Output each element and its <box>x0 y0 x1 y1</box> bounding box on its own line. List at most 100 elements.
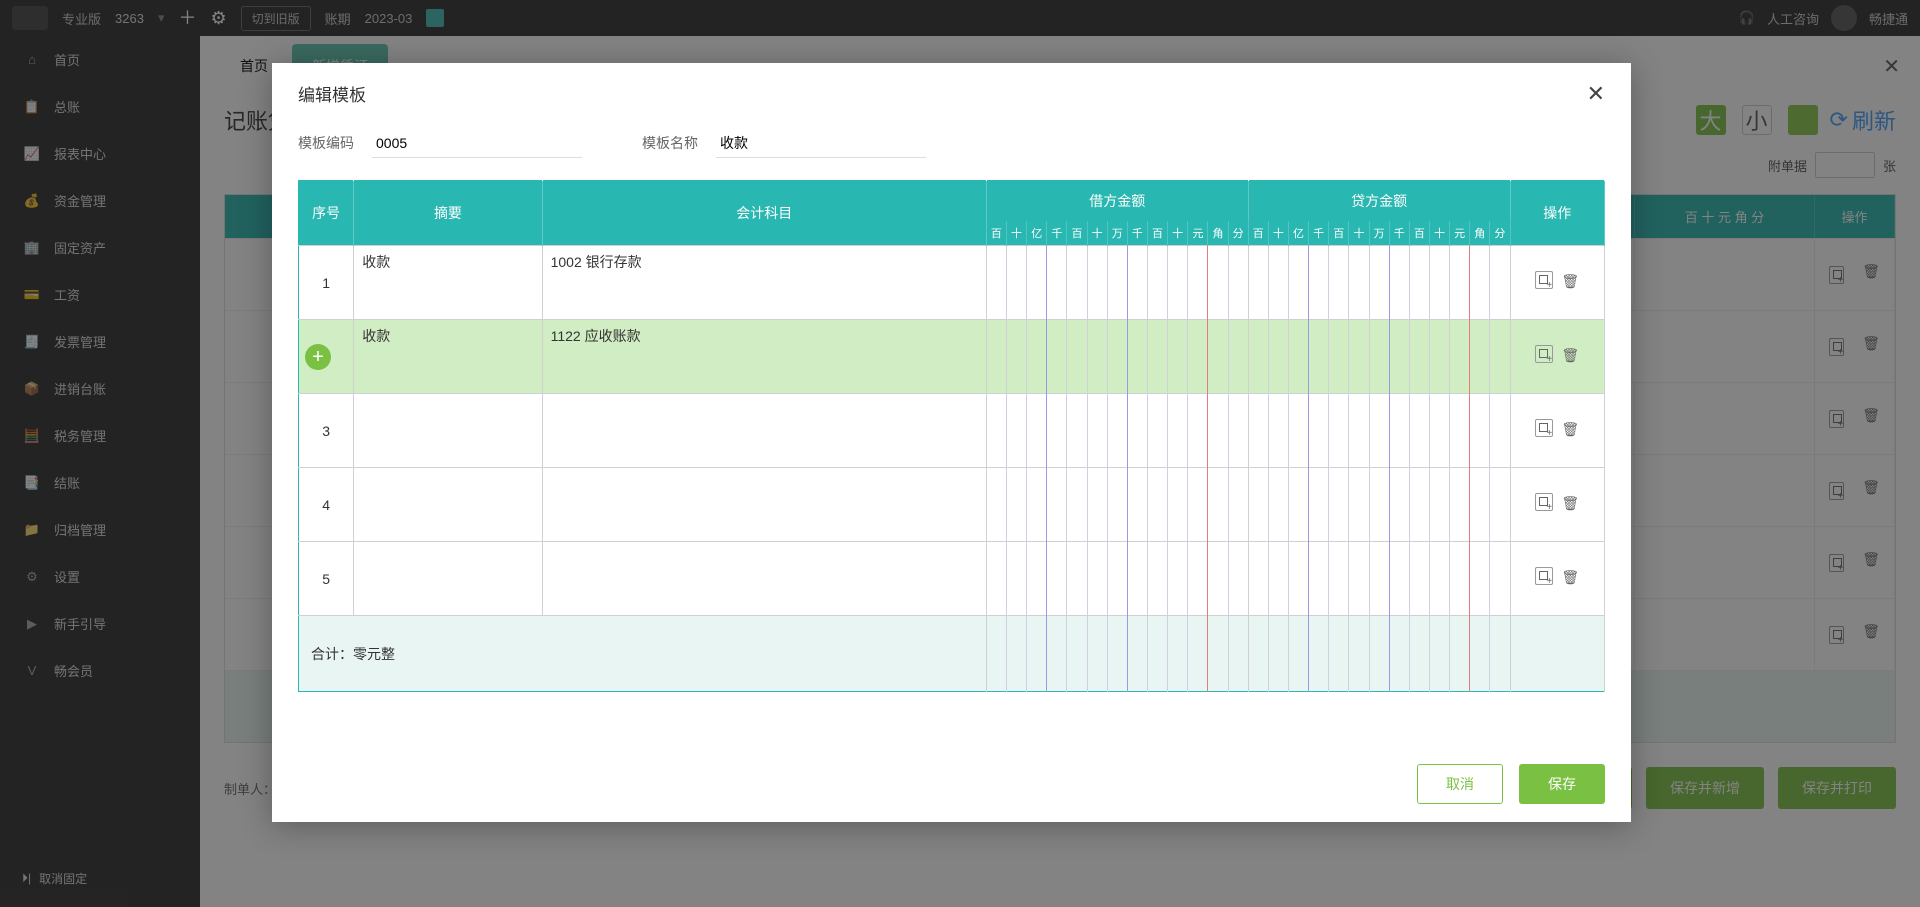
digit-cell[interactable] <box>1470 320 1490 394</box>
digit-cell[interactable] <box>1228 320 1248 394</box>
close-icon[interactable]: ✕ <box>1587 83 1605 105</box>
digit-cell[interactable] <box>1027 320 1047 394</box>
digit-cell[interactable] <box>1450 468 1470 542</box>
digit-cell[interactable] <box>1027 246 1047 320</box>
summary-cell[interactable] <box>354 394 542 468</box>
delete-icon[interactable] <box>1561 572 1579 590</box>
copy-icon[interactable] <box>1535 345 1553 363</box>
digit-cell[interactable] <box>1349 320 1369 394</box>
digit-cell[interactable] <box>1006 542 1026 616</box>
name-input[interactable] <box>716 128 926 158</box>
summary-cell[interactable]: 收款 <box>354 320 542 394</box>
digit-cell[interactable] <box>1268 542 1288 616</box>
digit-cell[interactable] <box>1349 394 1369 468</box>
digit-cell[interactable] <box>1490 468 1510 542</box>
digit-cell[interactable] <box>1006 616 1026 692</box>
table-row[interactable]: 4 <box>299 468 1605 542</box>
cancel-button[interactable]: 取消 <box>1417 764 1503 804</box>
digit-cell[interactable] <box>1409 320 1429 394</box>
digit-cell[interactable] <box>1450 246 1470 320</box>
digit-cell[interactable] <box>1248 246 1268 320</box>
digit-cell[interactable] <box>1027 394 1047 468</box>
digit-cell[interactable] <box>1188 542 1208 616</box>
summary-cell[interactable]: 收款 <box>354 246 542 320</box>
digit-cell[interactable] <box>1127 394 1147 468</box>
digit-cell[interactable] <box>1490 542 1510 616</box>
digit-cell[interactable] <box>1389 468 1409 542</box>
digit-cell[interactable] <box>1087 542 1107 616</box>
digit-cell[interactable] <box>1067 542 1087 616</box>
digit-cell[interactable] <box>1349 542 1369 616</box>
digit-cell[interactable] <box>1228 394 1248 468</box>
digit-cell[interactable] <box>1369 542 1389 616</box>
digit-cell[interactable] <box>1228 468 1248 542</box>
digit-cell[interactable] <box>1329 468 1349 542</box>
digit-cell[interactable] <box>1329 320 1349 394</box>
digit-cell[interactable] <box>1309 246 1329 320</box>
digit-cell[interactable] <box>1288 542 1308 616</box>
digit-cell[interactable] <box>1127 320 1147 394</box>
copy-icon[interactable] <box>1535 493 1553 511</box>
digit-cell[interactable] <box>1268 320 1288 394</box>
digit-cell[interactable] <box>1127 468 1147 542</box>
digit-cell[interactable] <box>1067 246 1087 320</box>
digit-cell[interactable] <box>1268 616 1288 692</box>
digit-cell[interactable] <box>1087 394 1107 468</box>
digit-cell[interactable] <box>986 394 1006 468</box>
digit-cell[interactable] <box>1288 394 1308 468</box>
digit-cell[interactable] <box>1369 246 1389 320</box>
digit-cell[interactable] <box>1208 616 1228 692</box>
delete-icon[interactable] <box>1561 276 1579 294</box>
digit-cell[interactable] <box>986 542 1006 616</box>
digit-cell[interactable] <box>1188 616 1208 692</box>
subject-cell[interactable] <box>542 542 986 616</box>
digit-cell[interactable] <box>1208 246 1228 320</box>
digit-cell[interactable] <box>1490 320 1510 394</box>
digit-cell[interactable] <box>1147 468 1167 542</box>
digit-cell[interactable] <box>1006 246 1026 320</box>
digit-cell[interactable] <box>1127 542 1147 616</box>
digit-cell[interactable] <box>1309 320 1329 394</box>
digit-cell[interactable] <box>1450 320 1470 394</box>
digit-cell[interactable] <box>1409 246 1429 320</box>
digit-cell[interactable] <box>1047 616 1067 692</box>
digit-cell[interactable] <box>1067 320 1087 394</box>
digit-cell[interactable] <box>1047 468 1067 542</box>
digit-cell[interactable] <box>1450 394 1470 468</box>
digit-cell[interactable] <box>1450 542 1470 616</box>
delete-icon[interactable] <box>1561 498 1579 516</box>
digit-cell[interactable] <box>1147 320 1167 394</box>
digit-cell[interactable] <box>1288 616 1308 692</box>
digit-cell[interactable] <box>1309 468 1329 542</box>
digit-cell[interactable] <box>1168 616 1188 692</box>
digit-cell[interactable] <box>1067 616 1087 692</box>
table-row[interactable]: +收款1122 应收账款 <box>299 320 1605 394</box>
digit-cell[interactable] <box>1067 468 1087 542</box>
digit-cell[interactable] <box>1228 246 1248 320</box>
digit-cell[interactable] <box>1268 246 1288 320</box>
digit-cell[interactable] <box>1329 246 1349 320</box>
digit-cell[interactable] <box>1409 468 1429 542</box>
digit-cell[interactable] <box>1369 394 1389 468</box>
digit-cell[interactable] <box>1027 468 1047 542</box>
digit-cell[interactable] <box>1188 468 1208 542</box>
digit-cell[interactable] <box>1208 468 1228 542</box>
digit-cell[interactable] <box>1107 394 1127 468</box>
digit-cell[interactable] <box>1288 246 1308 320</box>
digit-cell[interactable] <box>1429 394 1449 468</box>
digit-cell[interactable] <box>1288 468 1308 542</box>
digit-cell[interactable] <box>1409 616 1429 692</box>
digit-cell[interactable] <box>1470 246 1490 320</box>
digit-cell[interactable] <box>1389 394 1409 468</box>
digit-cell[interactable] <box>1006 468 1026 542</box>
digit-cell[interactable] <box>1309 616 1329 692</box>
digit-cell[interactable] <box>1389 246 1409 320</box>
save-button[interactable]: 保存 <box>1519 764 1605 804</box>
digit-cell[interactable] <box>1389 320 1409 394</box>
digit-cell[interactable] <box>1228 542 1248 616</box>
digit-cell[interactable] <box>1188 246 1208 320</box>
digit-cell[interactable] <box>986 320 1006 394</box>
digit-cell[interactable] <box>1309 394 1329 468</box>
copy-icon[interactable] <box>1535 271 1553 289</box>
digit-cell[interactable] <box>1389 542 1409 616</box>
